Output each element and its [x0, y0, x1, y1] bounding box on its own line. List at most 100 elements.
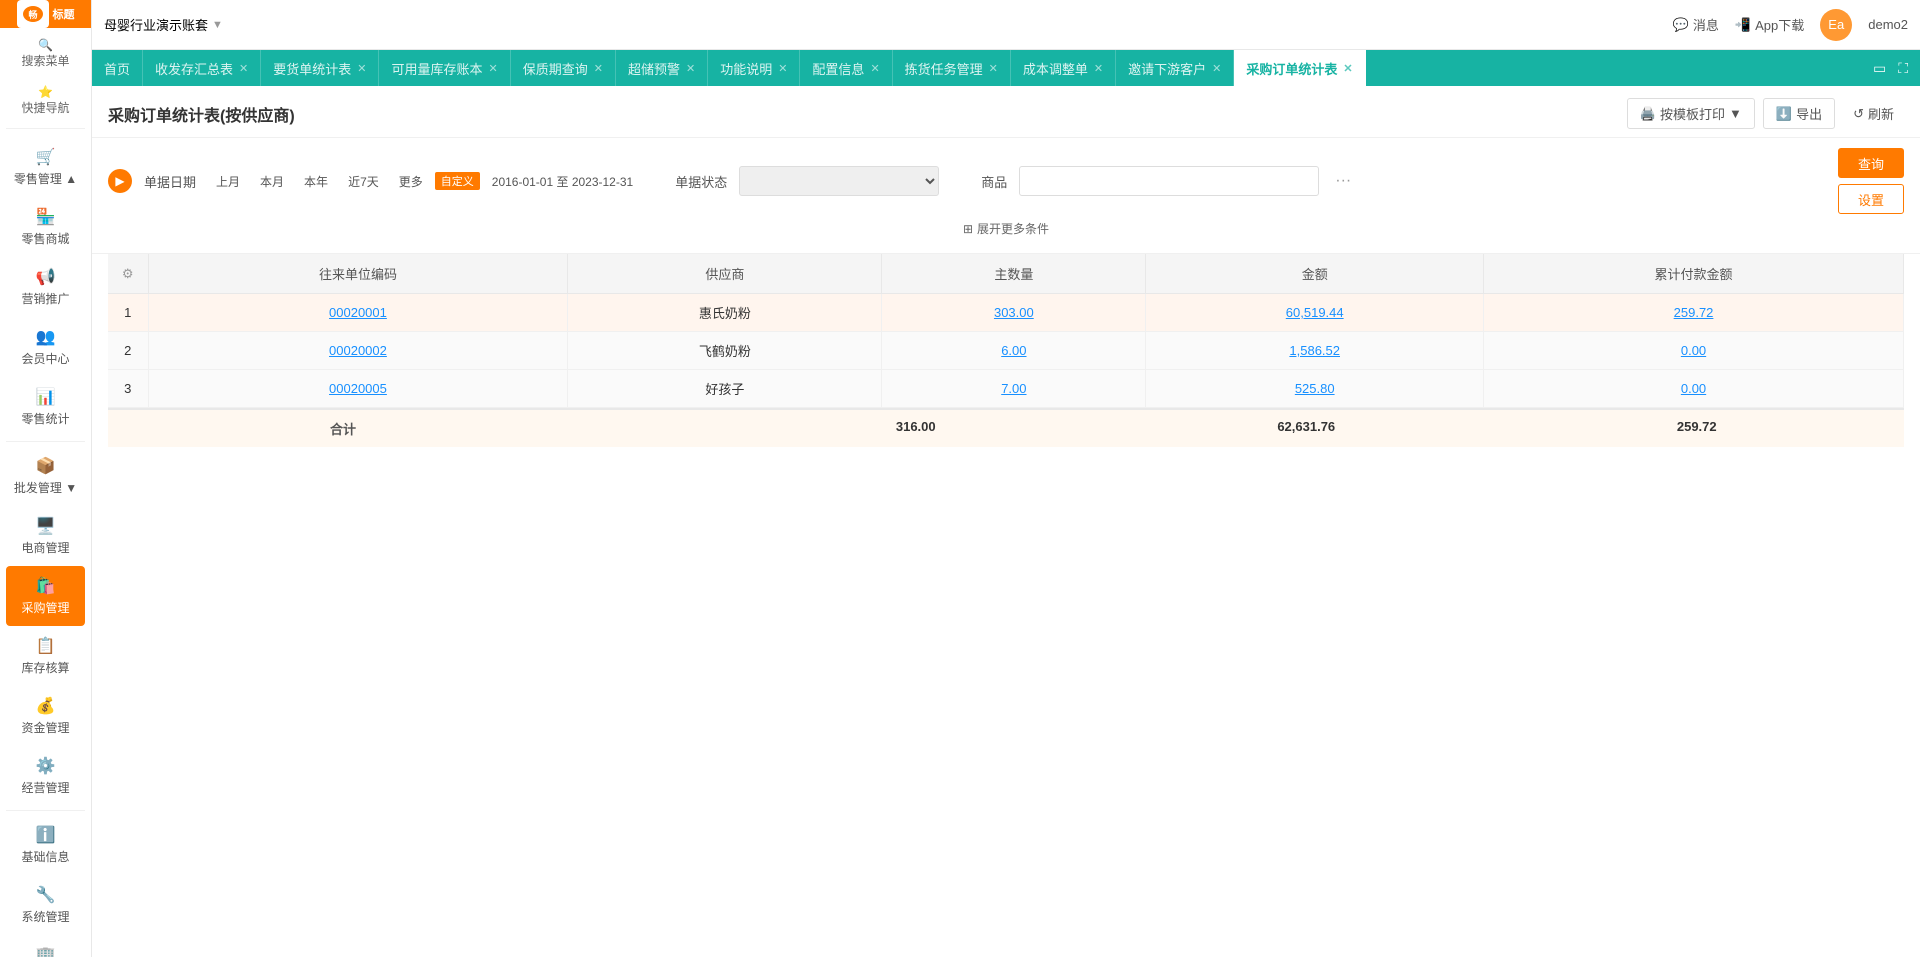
- nav-tab-restore-btn[interactable]: ▭: [1869, 58, 1890, 79]
- row3-quantity-link[interactable]: 7.00: [1001, 381, 1026, 396]
- tab-cost-adjust[interactable]: 成本调整单 ✕: [1011, 50, 1116, 86]
- filter-toggle-btn[interactable]: ▶: [108, 169, 132, 193]
- tab-expiry-query-close[interactable]: ✕: [594, 62, 603, 75]
- system-icon: 🔧: [36, 885, 56, 905]
- tab-overstock-warning[interactable]: 超储预警 ✕: [616, 50, 708, 86]
- company-selector[interactable]: 母婴行业演示账套 ▼: [104, 15, 223, 34]
- tab-order-stats[interactable]: 要货单统计表 ✕: [261, 50, 379, 86]
- sidebar-item-label-inventory: 库存核算: [21, 659, 69, 676]
- row3-code-link[interactable]: 00020005: [329, 381, 387, 396]
- expand-conditions-btn[interactable]: ⊞ 展开更多条件: [963, 220, 1049, 237]
- sidebar-item-ecommerce[interactable]: 🖥️ 电商管理: [6, 506, 85, 566]
- tab-cost-adjust-close[interactable]: ✕: [1094, 62, 1103, 75]
- sidebar-item-label-retail-mall: 零售商城: [21, 230, 69, 247]
- sidebar-item-members[interactable]: 👥 会员中心: [6, 317, 85, 377]
- tab-purchase-order-stats-close[interactable]: ✕: [1343, 62, 1352, 75]
- date-option-more[interactable]: 更多: [391, 171, 431, 192]
- print-label: 按模板打印: [1660, 104, 1725, 123]
- tab-receive-summary-close[interactable]: ✕: [239, 62, 248, 75]
- sidebar-item-search[interactable]: 🔍 搜索菜单: [6, 30, 85, 77]
- sidebar-item-purchase[interactable]: 🛍️ 采购管理: [6, 566, 85, 626]
- print-icon: 🖨️: [1640, 106, 1656, 122]
- tab-pickup-tasks[interactable]: 拣货任务管理 ✕: [893, 50, 1011, 86]
- tab-invite-downstream-close[interactable]: ✕: [1212, 62, 1221, 75]
- tab-receive-summary[interactable]: 收发存汇总表 ✕: [143, 50, 261, 86]
- tab-purchase-order-stats[interactable]: 采购订单统计表 ✕: [1234, 50, 1365, 86]
- settings-button[interactable]: 设置: [1838, 184, 1904, 214]
- row1-code-link[interactable]: 00020001: [329, 305, 387, 320]
- row2-quantity-link[interactable]: 6.00: [1001, 343, 1026, 358]
- date-option-this-month[interactable]: 本月: [252, 171, 292, 192]
- row2-code-link[interactable]: 00020002: [329, 343, 387, 358]
- sidebar-item-operations[interactable]: ⚙️ 经营管理: [6, 746, 85, 806]
- refresh-icon: ↺: [1853, 106, 1864, 122]
- sidebar-item-retail-mgmt[interactable]: 🛒 零售管理 ▲: [6, 137, 85, 197]
- sidebar-item-basic-info[interactable]: ℹ️ 基础信息: [6, 815, 85, 875]
- col-paid-header: 累计付款金额: [1484, 254, 1904, 294]
- sidebar-item-system[interactable]: 🔧 系统管理: [6, 875, 85, 935]
- tab-pickup-tasks-close[interactable]: ✕: [989, 62, 998, 75]
- sidebar-item-marketing[interactable]: 📢 营销推广: [6, 257, 85, 317]
- page-header: 采购订单统计表(按供应商) 🖨️ 按模板打印 ▼ ⬇️ 导出 ↺ 刷新: [92, 86, 1920, 138]
- tab-overstock-warning-label: 超储预警: [628, 59, 680, 78]
- nav-tab-maximize-btn[interactable]: ⛶: [1894, 58, 1912, 79]
- tab-available-inventory[interactable]: 可用量库存账本 ✕: [379, 50, 510, 86]
- sidebar-search-label: 搜索菜单: [21, 52, 69, 69]
- tab-home-label: 首页: [104, 59, 130, 78]
- column-settings-icon[interactable]: ⚙: [122, 266, 134, 281]
- tab-invite-downstream[interactable]: 邀请下游客户 ✕: [1116, 50, 1234, 86]
- row3-amount-link[interactable]: 525.80: [1295, 381, 1335, 396]
- sidebar-item-finance[interactable]: 💰 资金管理: [6, 686, 85, 746]
- sidebar-item-enterprise[interactable]: 🏢 企业协同: [6, 935, 85, 957]
- main-content: 母婴行业演示账套 ▼ 💬 消息 📲 App下载 Ea demo2 首页 收发存汇…: [92, 0, 1920, 957]
- tab-config-info-close[interactable]: ✕: [870, 62, 879, 75]
- row1-quantity-link[interactable]: 303.00: [994, 305, 1034, 320]
- row3-paid-link[interactable]: 0.00: [1681, 381, 1706, 396]
- tab-expiry-query[interactable]: 保质期查询 ✕: [511, 50, 616, 86]
- refresh-button[interactable]: ↺ 刷新: [1843, 99, 1904, 128]
- page-inner: 采购订单统计表(按供应商) 🖨️ 按模板打印 ▼ ⬇️ 导出 ↺ 刷新: [92, 86, 1920, 957]
- tab-function-desc-close[interactable]: ✕: [778, 62, 787, 75]
- sidebar-item-quick-nav[interactable]: ⭐ 快捷导航: [6, 77, 85, 124]
- export-button[interactable]: ⬇️ 导出: [1763, 98, 1835, 129]
- app-logo[interactable]: 畅 标题: [0, 0, 91, 28]
- product-filter-input[interactable]: [1019, 166, 1319, 196]
- date-option-last-month[interactable]: 上月: [208, 171, 248, 192]
- tab-pickup-tasks-label: 拣货任务管理: [905, 59, 983, 78]
- tab-order-stats-close[interactable]: ✕: [357, 62, 366, 75]
- retail-stats-icon: 📊: [36, 387, 56, 407]
- topbar-right: 💬 消息 📲 App下载 Ea demo2: [1673, 9, 1908, 41]
- col-amount-header: 金额: [1146, 254, 1484, 294]
- sidebar-item-retail-mall[interactable]: 🏪 零售商城: [6, 197, 85, 257]
- tab-overstock-warning-close[interactable]: ✕: [686, 62, 695, 75]
- row1-amount-link[interactable]: 60,519.44: [1286, 305, 1344, 320]
- date-custom-badge[interactable]: 自定义: [435, 172, 480, 190]
- user-avatar[interactable]: Ea: [1820, 9, 1852, 41]
- tab-home[interactable]: 首页: [92, 50, 143, 86]
- row1-paid-link[interactable]: 259.72: [1674, 305, 1714, 320]
- sidebar-item-retail-stats[interactable]: 📊 零售统计: [6, 377, 85, 437]
- print-button[interactable]: 🖨️ 按模板打印 ▼: [1627, 98, 1755, 129]
- sidebar-item-inventory[interactable]: 📋 库存核算: [6, 626, 85, 686]
- status-filter-select[interactable]: [739, 166, 939, 196]
- operations-icon: ⚙️: [36, 756, 56, 776]
- tab-config-info[interactable]: 配置信息 ✕: [800, 50, 892, 86]
- date-option-this-year[interactable]: 本年: [296, 171, 336, 192]
- row2-paid-link[interactable]: 0.00: [1681, 343, 1706, 358]
- query-button[interactable]: 查询: [1838, 148, 1904, 178]
- company-dropdown-icon: ▼: [212, 19, 223, 31]
- tab-available-inventory-close[interactable]: ✕: [489, 62, 498, 75]
- sidebar-item-wholesale[interactable]: 📦 批发管理 ▼: [6, 446, 85, 506]
- nav-tabs-actions: ▭ ⛶: [1861, 58, 1920, 79]
- filter-date-options: 上月 本月 本年 近7天 更多 自定义: [208, 171, 480, 192]
- date-option-7days[interactable]: 近7天: [340, 171, 387, 192]
- row2-amount-link[interactable]: 1,586.52: [1289, 343, 1340, 358]
- user-name: demo2: [1868, 17, 1908, 32]
- tab-function-desc[interactable]: 功能说明 ✕: [708, 50, 800, 86]
- app-download-action[interactable]: 📲 App下载: [1735, 15, 1804, 34]
- tab-order-stats-label: 要货单统计表: [273, 59, 351, 78]
- expand-down-icon: ⊞: [963, 222, 973, 236]
- product-filter-more-icon[interactable]: ···: [1335, 172, 1351, 190]
- row3-amount: 525.80: [1146, 370, 1484, 408]
- message-action[interactable]: 💬 消息: [1673, 15, 1719, 34]
